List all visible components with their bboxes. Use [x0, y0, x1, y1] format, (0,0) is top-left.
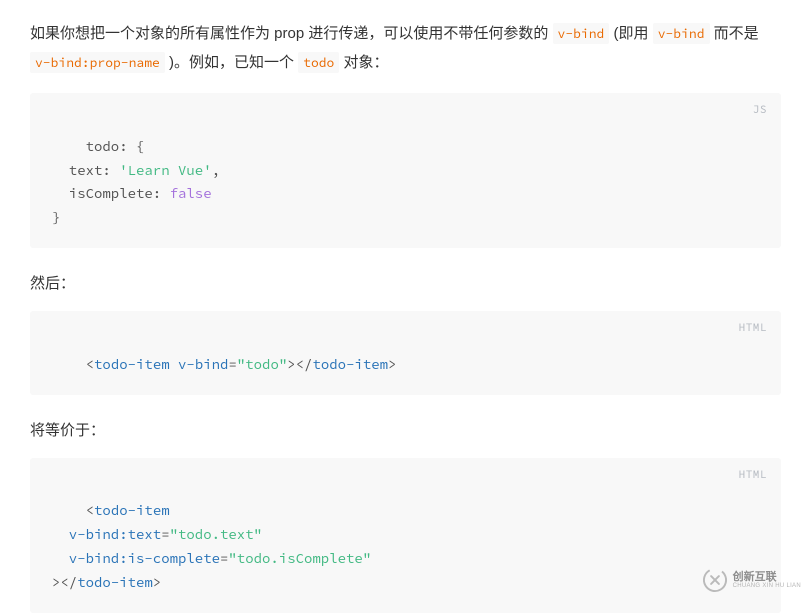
equiv-label: 将等价于： — [30, 419, 781, 440]
code-punct: </ — [296, 355, 313, 373]
code-space — [170, 355, 178, 373]
watermark-logo: 创新互联 CHUANG XIN HU LIAN — [702, 567, 801, 593]
code-punct: < — [86, 501, 94, 519]
code-tag: todo-item — [312, 355, 388, 373]
code-inline-vbind: v-bind — [553, 23, 610, 44]
intro-paragraph: 如果你想把一个对象的所有属性作为 prop 进行传递，可以使用不带任何参数的 v… — [30, 20, 781, 77]
intro-text: )。例如，已知一个 — [165, 54, 298, 71]
intro-text: 如果你想把一个对象的所有属性作为 prop 进行传递，可以使用不带任何参数的 — [30, 25, 553, 42]
code-keyword: false — [170, 184, 212, 202]
code-line: isComplete: — [52, 184, 170, 202]
code-attr: v-bind — [178, 355, 228, 373]
code-block-js: JS todo: { text: 'Learn Vue', isComplete:… — [30, 93, 781, 248]
code-line: } — [52, 208, 60, 226]
code-attr: v-bind:text — [52, 525, 161, 543]
code-string: "todo.isComplete" — [228, 549, 371, 567]
code-punct: > — [287, 355, 295, 373]
code-eq: = — [228, 355, 236, 373]
code-line: todo: { — [86, 137, 145, 155]
code-line: , — [212, 161, 220, 179]
code-lang-label: HTML — [739, 319, 767, 338]
code-block-html-short: HTML<todo-item v-bind="todo"></todo-item… — [30, 311, 781, 395]
code-punct: > — [153, 573, 161, 591]
code-string: 'Learn Vue' — [119, 161, 211, 179]
intro-text: (即用 — [609, 25, 652, 42]
watermark-icon — [702, 567, 728, 593]
code-inline-vbind: v-bind — [653, 23, 710, 44]
code-tag: todo-item — [94, 355, 170, 373]
code-punct: > — [388, 355, 396, 373]
code-tag: todo-item — [77, 573, 153, 591]
watermark-text-cn: 创新互联 — [733, 571, 801, 583]
code-inline-vbind-propname: v-bind:prop-name — [30, 52, 165, 73]
code-string: "todo" — [237, 355, 287, 373]
code-lang-label: JS — [753, 101, 767, 120]
code-inline-todo: todo — [298, 52, 339, 73]
watermark-text-en: CHUANG XIN HU LIAN — [733, 583, 801, 590]
code-tag: todo-item — [94, 501, 170, 519]
code-string: "todo.text" — [170, 525, 262, 543]
code-punct: </ — [60, 573, 77, 591]
code-punct: < — [86, 355, 94, 373]
code-eq: = — [161, 525, 169, 543]
code-line: text: — [52, 161, 119, 179]
code-attr: v-bind:is-complete — [52, 549, 220, 567]
intro-text: 对象： — [339, 54, 388, 71]
intro-text: 而不是 — [710, 25, 759, 42]
then-label: 然后： — [30, 272, 781, 293]
code-block-html-expanded: HTML<todo-item v-bind:text="todo.text" v… — [30, 458, 781, 613]
code-lang-label: HTML — [739, 466, 767, 485]
